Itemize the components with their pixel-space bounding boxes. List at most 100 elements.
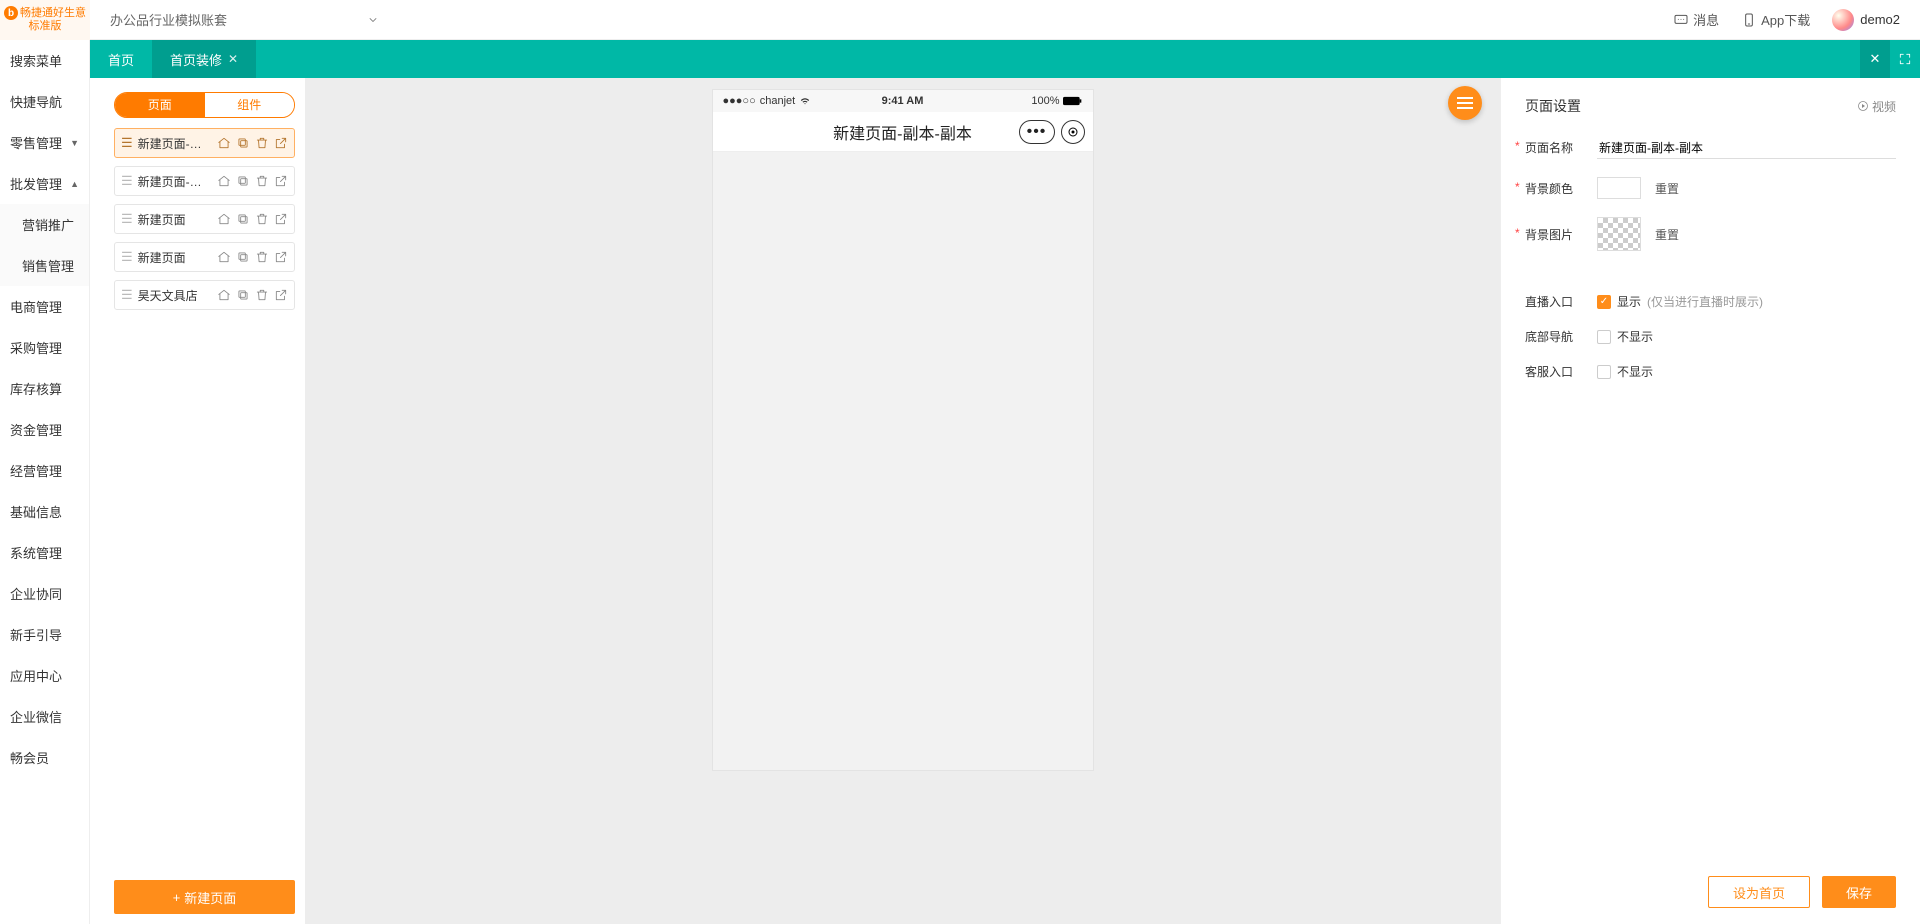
hamburger-icon: [1457, 102, 1473, 104]
home-icon[interactable]: [217, 250, 231, 264]
miniapp-menu-button[interactable]: •••: [1019, 120, 1055, 144]
tabstrip-close-button[interactable]: ✕: [1860, 40, 1890, 78]
tabstrip-fullscreen-button[interactable]: [1890, 40, 1920, 78]
messages-button[interactable]: 消息: [1673, 10, 1719, 29]
sidebar-item[interactable]: 搜索菜单: [0, 40, 89, 81]
sidebar-item-label: 经营管理: [10, 461, 62, 480]
sidebar-item[interactable]: 畅会员: [0, 737, 89, 778]
tab-home-label: 首页: [108, 50, 134, 69]
ext-icon[interactable]: [274, 250, 288, 264]
user-name: demo2: [1860, 12, 1900, 27]
fullscreen-icon: [1898, 52, 1912, 66]
trash-icon[interactable]: [255, 288, 269, 302]
copy-icon[interactable]: [236, 212, 250, 226]
segment-component[interactable]: 组件: [205, 93, 295, 117]
service-entry-label: 客服入口: [1525, 363, 1597, 380]
sidebar-item[interactable]: 新手引导: [0, 614, 89, 655]
page-list-row[interactable]: ☰新建页面-副本: [114, 166, 295, 196]
user-menu[interactable]: demo2: [1832, 9, 1900, 31]
sidebar-item-label: 企业协同: [10, 584, 62, 603]
sidebar-item[interactable]: 企业协同: [0, 573, 89, 614]
sidebar-item[interactable]: 基础信息: [0, 491, 89, 532]
sidebar-item[interactable]: 经营管理: [0, 450, 89, 491]
page-list-row[interactable]: ☰新建页面: [114, 204, 295, 234]
sidebar-item[interactable]: 电商管理: [0, 286, 89, 327]
trash-icon[interactable]: [255, 136, 269, 150]
tab-home[interactable]: 首页: [90, 40, 152, 78]
copy-icon[interactable]: [236, 250, 250, 264]
sidebar-item[interactable]: 零售管理▼: [0, 122, 89, 163]
ext-icon[interactable]: [274, 136, 288, 150]
set-home-button[interactable]: 设为首页: [1708, 876, 1810, 908]
trash-icon[interactable]: [255, 174, 269, 188]
page-list-row[interactable]: ☰ 新建页面: [114, 242, 295, 272]
sidebar-item-label: 系统管理: [10, 543, 62, 562]
video-help-link[interactable]: 视频: [1857, 98, 1896, 115]
bg-color-swatch[interactable]: [1597, 177, 1641, 199]
bg-color-reset[interactable]: 重置: [1655, 180, 1679, 197]
phone-body[interactable]: [713, 152, 1093, 770]
segment-page[interactable]: 页面: [115, 93, 205, 117]
page-name-input[interactable]: [1597, 136, 1896, 159]
settings-panel: 页面设置 视频 页面名称 背景颜色 重置 背景图片: [1500, 78, 1920, 924]
sidebar-item-label: 应用中心: [10, 666, 62, 685]
sidebar-item[interactable]: 快捷导航: [0, 81, 89, 122]
home-icon[interactable]: [217, 136, 231, 150]
live-entry-checkbox[interactable]: ✓: [1597, 295, 1611, 309]
drag-handle-icon[interactable]: ☰: [121, 249, 133, 265]
page-list-row[interactable]: ☰新建页面-副本...: [114, 128, 295, 158]
sidebar-item[interactable]: 销售管理: [0, 245, 89, 286]
service-entry-cb-label: 不显示: [1617, 363, 1653, 380]
live-entry-hint: (仅当进行直播时展示): [1647, 293, 1763, 310]
canvas: ●●●○○ chanjet 9:41 AM 100% 新建页面-副本-副本: [305, 78, 1500, 924]
save-button[interactable]: 保存: [1822, 876, 1896, 908]
sidebar-item-label: 企业微信: [10, 707, 62, 726]
home-icon[interactable]: [217, 174, 231, 188]
ext-icon[interactable]: [274, 174, 288, 188]
sidebar-item[interactable]: 应用中心: [0, 655, 89, 696]
tab-page-design[interactable]: 首页装修 ✕: [152, 40, 256, 78]
sidebar-item-label: 营销推广: [22, 215, 74, 234]
sidebar-item-label: 资金管理: [10, 420, 62, 439]
bottom-nav-checkbox[interactable]: [1597, 330, 1611, 344]
floating-menu-button[interactable]: [1448, 86, 1482, 120]
drag-handle-icon[interactable]: ☰: [121, 287, 133, 303]
trash-icon[interactable]: [255, 212, 269, 226]
home-icon[interactable]: [217, 212, 231, 226]
sidebar-item[interactable]: 企业微信: [0, 696, 89, 737]
sidebar: 搜索菜单快捷导航零售管理▼批发管理▲ 营销推广销售管理电商管理采购管理库存核算资金…: [0, 40, 90, 924]
home-icon[interactable]: [217, 288, 231, 302]
phone-time: 9:41 AM: [713, 95, 1093, 107]
page-list-row[interactable]: ☰昊天文具店: [114, 280, 295, 310]
copy-icon[interactable]: [236, 174, 250, 188]
phone-page-title: 新建页面-副本-副本: [833, 120, 972, 144]
close-icon[interactable]: ✕: [228, 52, 238, 66]
ext-icon[interactable]: [274, 212, 288, 226]
ext-icon[interactable]: [274, 288, 288, 302]
copy-icon[interactable]: [236, 136, 250, 150]
account-selector[interactable]: 办公品行业模拟账套: [110, 10, 379, 29]
page-row-name: 新建页面: [138, 249, 212, 266]
app-download-button[interactable]: App下载: [1741, 10, 1810, 29]
drag-handle-icon[interactable]: ☰: [121, 135, 133, 151]
video-help-label: 视频: [1872, 98, 1896, 115]
copy-icon[interactable]: [236, 288, 250, 302]
sidebar-item[interactable]: 系统管理: [0, 532, 89, 573]
new-page-button[interactable]: + 新建页面: [114, 880, 295, 914]
trash-icon[interactable]: [255, 250, 269, 264]
sidebar-item[interactable]: 采购管理: [0, 327, 89, 368]
bg-image-swatch[interactable]: [1597, 217, 1641, 251]
app-download-label: App下载: [1761, 10, 1810, 29]
sidebar-item[interactable]: 营销推广: [0, 204, 89, 245]
drag-handle-icon[interactable]: ☰: [121, 173, 133, 189]
sidebar-item[interactable]: 库存核算: [0, 368, 89, 409]
sidebar-item[interactable]: 资金管理: [0, 409, 89, 450]
phone-title-bar: 新建页面-副本-副本 •••: [713, 112, 1093, 152]
drag-handle-icon[interactable]: ☰: [121, 211, 133, 227]
sidebar-item[interactable]: 批发管理▲: [0, 163, 89, 204]
miniapp-close-button[interactable]: [1061, 120, 1085, 144]
brand-logo[interactable]: b 畅捷通好生意 标准版: [0, 0, 90, 40]
bg-image-reset[interactable]: 重置: [1655, 226, 1679, 243]
chat-icon: [1673, 12, 1689, 28]
service-entry-checkbox[interactable]: [1597, 365, 1611, 379]
